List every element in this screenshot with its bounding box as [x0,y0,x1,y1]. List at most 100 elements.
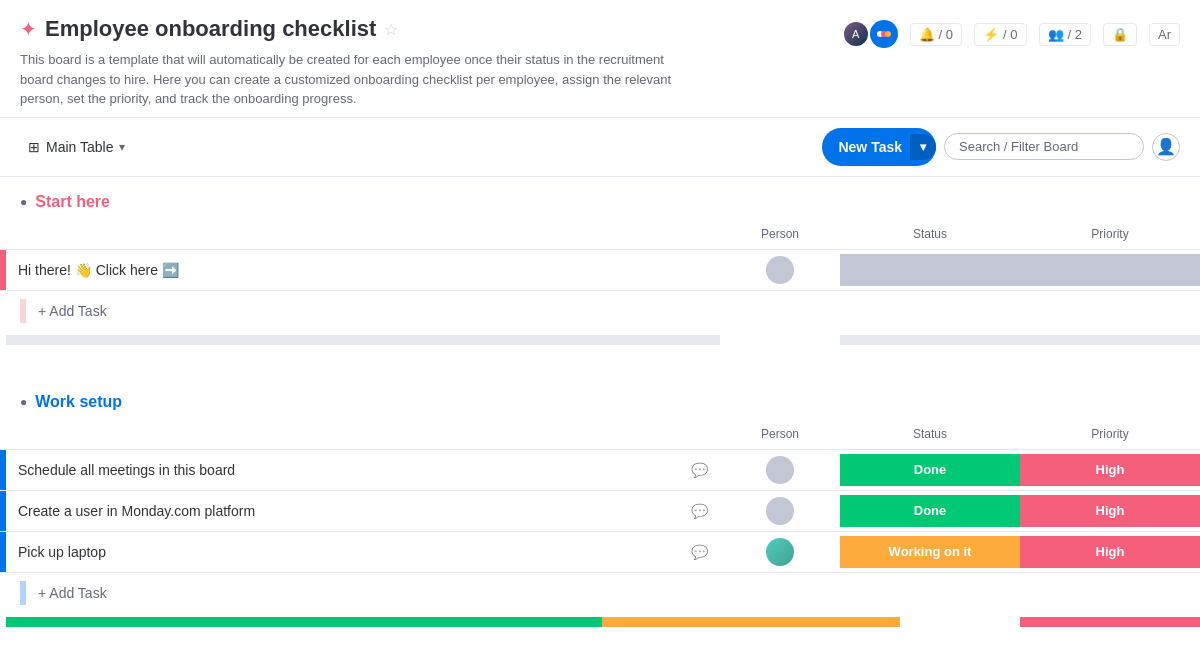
apps-label: Ar [1158,27,1171,42]
task-name-cell: Hi there! 👋 Click here ➡️ 💬 [6,250,720,290]
add-task-label-2[interactable]: + Add Task [38,585,107,601]
person-cell [720,252,840,288]
priority-badge-empty[interactable] [1020,254,1200,286]
chat-icon-2[interactable]: 💬 [691,503,708,519]
status-badge-done-2[interactable]: Done [840,495,1020,527]
table-label: Main Table [46,139,113,155]
priority-badge-high-2[interactable]: High [1020,495,1200,527]
lock-icon: 🔒 [1112,27,1128,42]
person-avatar[interactable] [766,497,794,525]
toolbar: ⊞ Main Table ▾ New Task ▾ 👤 [0,118,1200,177]
people-stat[interactable]: 👥 / 2 [1039,23,1091,46]
priority-cell: High [1020,454,1200,486]
summary-row-work [0,617,1200,627]
header-right: A 🔔 / 0 ⚡ / 0 👥 / 2 🔒 Ar [842,20,1180,48]
status-cell: Working on it [840,536,1020,568]
work-setup-header: Person Status Priority [0,419,1200,450]
apps-btn[interactable]: Ar [1149,23,1180,46]
user-avatars[interactable]: A [842,20,898,48]
col-header-status-2: Status [840,419,1020,449]
summary-status-end [840,335,1020,345]
chevron-down-icon: ▾ [119,140,125,154]
group-collapse-icon-2: ● [20,395,27,409]
task-name-inner: Create a user in Monday.com platform 💬 [18,503,708,519]
actions-stat[interactable]: ⚡ / 0 [974,23,1026,46]
table-row: Schedule all meetings in this board 💬 Do… [0,450,1200,491]
add-task-row-2[interactable]: + Add Task [0,573,1200,613]
updates-stat[interactable]: 🔔 / 0 [910,23,962,46]
group-start-here: ● Start here Person Status Priority Hi t… [0,177,1200,345]
person-filter-icon: 👤 [1156,137,1176,156]
task-name-inner: Hi there! 👋 Click here ➡️ 💬 [18,258,708,282]
group-header-start-here[interactable]: ● Start here [0,177,1200,219]
summary-status-bar [6,335,720,345]
task-name-cell: Schedule all meetings in this board 💬 [6,454,720,486]
person-cell [720,452,840,488]
star-icon[interactable]: ☆ [384,20,398,39]
group-header-work-setup[interactable]: ● Work setup [0,377,1200,419]
svg-point-2 [885,31,891,37]
col-header-person: Person [720,219,840,249]
summary-priority-bar [1020,617,1200,627]
person-avatar[interactable] [766,456,794,484]
summary-status-combined [6,617,900,627]
summary-spacer [720,335,840,345]
task-name-inner: Pick up laptop 💬 [18,544,708,560]
group-work-setup: ● Work setup Person Status Priority Sche… [0,377,1200,627]
filter-person-btn[interactable]: 👤 [1152,133,1180,161]
task-label[interactable]: Pick up laptop [18,544,106,560]
page-header: ✦ Employee onboarding checklist ☆ This b… [0,0,1200,118]
priority-cell [1020,254,1200,286]
title-row: ✦ Employee onboarding checklist ☆ [20,16,842,42]
avatar-user1[interactable]: A [842,20,870,48]
col-header-status: Status [840,219,1020,249]
main-content: ● Start here Person Status Priority Hi t… [0,177,1200,670]
task-name-inner: Schedule all meetings in this board 💬 [18,462,708,478]
status-badge-empty[interactable] [840,254,1020,286]
summary-working-bar [602,617,900,627]
board-description: This board is a template that will autom… [20,50,700,109]
group-people-to-meet: ● People to meet Person Status Priority … [0,659,1200,670]
more-options[interactable]: 🔒 [1103,23,1137,46]
task-label[interactable]: Create a user in Monday.com platform [18,503,255,519]
work-setup-table: Person Status Priority Schedule all meet… [0,419,1200,613]
actions-icon: ⚡ [983,27,999,42]
search-input[interactable] [944,133,1144,160]
task-label[interactable]: Schedule all meetings in this board [18,462,235,478]
chat-icon-3[interactable]: 💬 [691,544,708,560]
person-avatar-img[interactable] [766,538,794,566]
group-divider-2 [0,635,1200,659]
summary-priority-end [1020,335,1200,345]
updates-icon: 🔔 [919,27,935,42]
people-count: / 2 [1068,27,1082,42]
chat-icon[interactable]: 💬 [691,462,708,478]
status-cell: Done [840,454,1020,486]
table-row: Hi there! 👋 Click here ➡️ 💬 [0,250,1200,291]
person-avatar[interactable] [766,256,794,284]
group-divider-1 [0,353,1200,377]
new-task-label: New Task [838,139,902,155]
start-here-header: Person Status Priority [0,219,1200,250]
toolbar-right: New Task ▾ 👤 [822,128,1180,166]
col-header-task-2 [6,419,720,449]
priority-cell: High [1020,495,1200,527]
add-task-row[interactable]: + Add Task [0,291,1200,331]
priority-badge-high[interactable]: High [1020,454,1200,486]
status-badge-working[interactable]: Working on it [840,536,1020,568]
add-task-label[interactable]: + Add Task [38,303,107,319]
group-header-people[interactable]: ● People to meet [0,659,1200,670]
new-task-button[interactable]: New Task ▾ [822,128,936,166]
person-cell [720,493,840,529]
status-badge-done[interactable]: Done [840,454,1020,486]
summary-row-start [0,335,1200,345]
table-view-btn[interactable]: ⊞ Main Table ▾ [20,135,133,159]
priority-cell: High [1020,536,1200,568]
new-task-arrow[interactable]: ▾ [910,134,936,160]
col-header-task [6,219,720,249]
priority-badge-high-3[interactable]: High [1020,536,1200,568]
avatar-monday [870,20,898,48]
board-icon: ✦ [20,17,37,41]
task-label[interactable]: Hi there! 👋 Click here ➡️ [18,262,179,278]
status-cell [840,254,1020,286]
toolbar-left: ⊞ Main Table ▾ [20,135,133,159]
